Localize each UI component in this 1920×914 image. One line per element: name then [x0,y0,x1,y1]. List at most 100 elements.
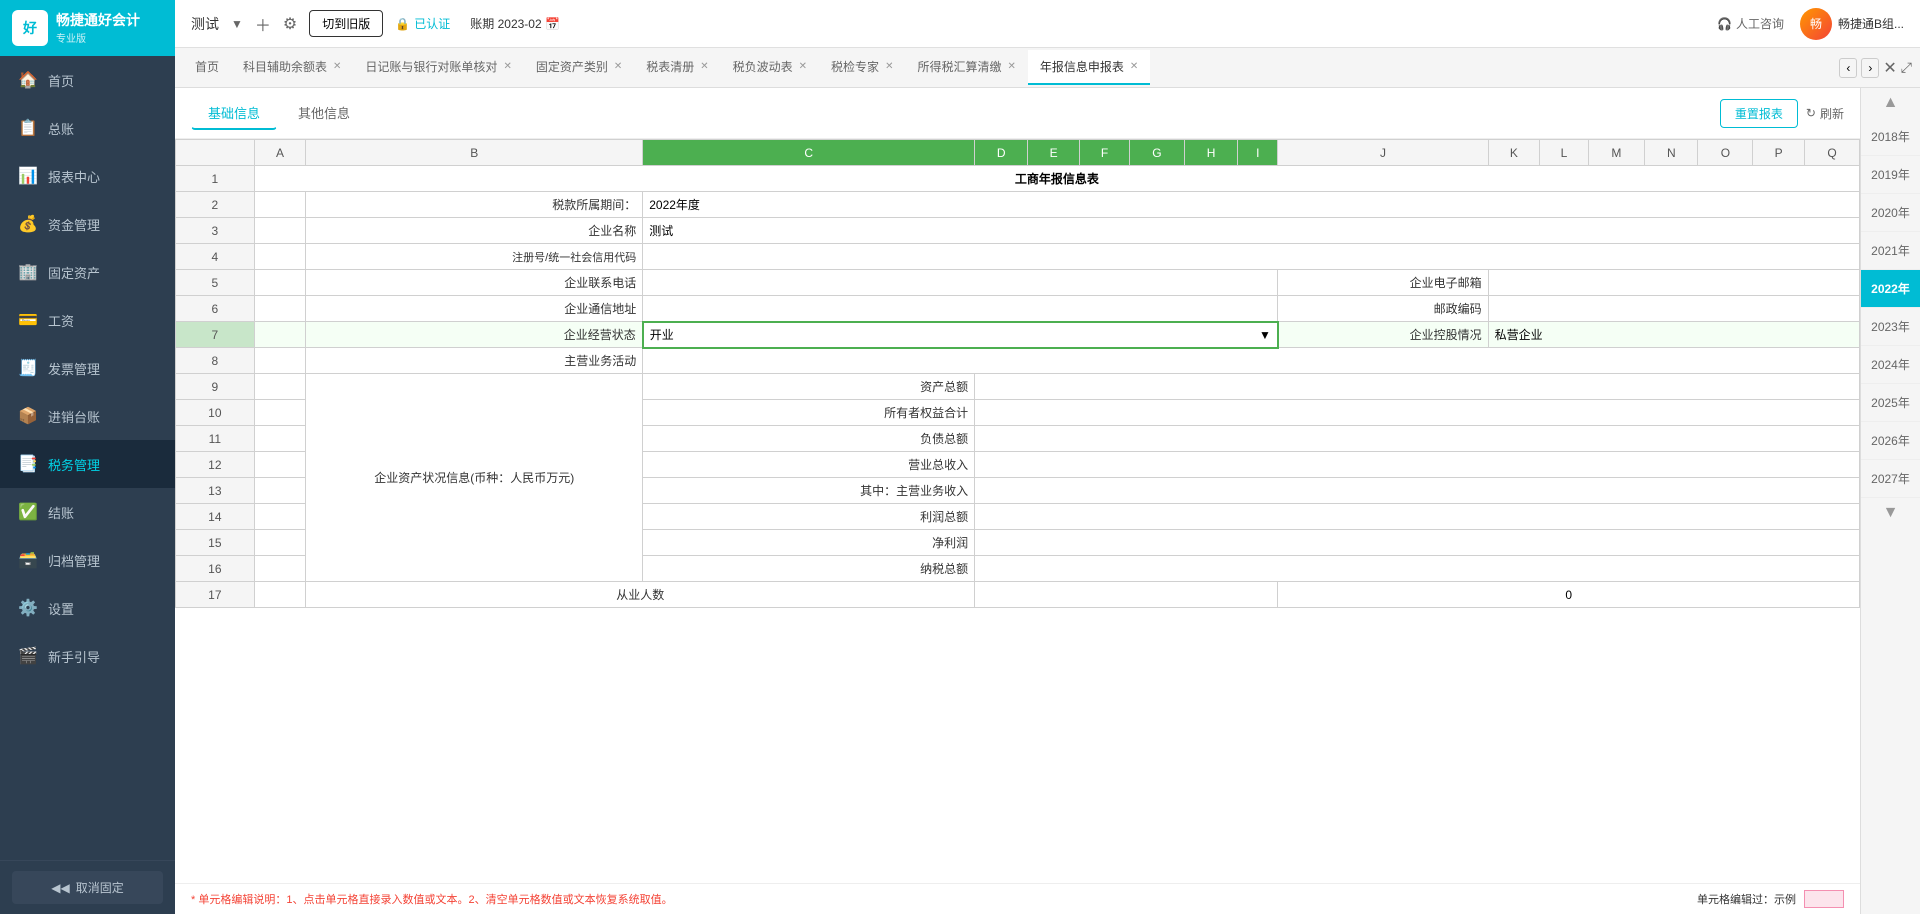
user-info[interactable]: 畅 畅捷通B组... [1800,8,1904,40]
refresh-button[interactable]: ↻ 刷新 [1806,99,1844,128]
tab-close-all-button[interactable]: ✕ [1883,58,1896,78]
year-item-2025年[interactable]: 2025年 [1861,384,1920,422]
dropdown-arrow-icon[interactable]: ▼ [231,17,243,31]
tab-next-button[interactable]: › [1861,58,1879,78]
cell-6a[interactable] [254,296,306,322]
sidebar-item-进销台账[interactable]: 📦进销台账 [0,392,175,440]
cell-9d[interactable] [975,374,1860,400]
cell-9a[interactable] [254,374,306,400]
cell-5c[interactable] [643,270,1278,296]
cell-13d[interactable] [975,478,1860,504]
cancel-fix-button[interactable]: ◀◀ 取消固定 [12,871,163,904]
sidebar-item-资金管理[interactable]: 💰资金管理 [0,200,175,248]
cell-15a[interactable] [254,530,306,556]
spreadsheet-wrapper[interactable]: A B C D E F G H I J K L M [175,139,1860,883]
add-tab-button[interactable]: ＋ [255,12,271,36]
tab-prev-button[interactable]: ‹ [1839,58,1857,78]
year-item-2020年[interactable]: 2020年 [1861,194,1920,232]
tab-annual-report[interactable]: 年报信息申报表 ✕ [1028,50,1150,85]
subtab-other-info[interactable]: 其他信息 [281,96,367,130]
tab-fixed-asset-type[interactable]: 固定资产类别 ✕ [524,50,634,85]
tab-home[interactable]: 首页 [183,50,231,85]
cell-16a[interactable] [254,556,306,582]
cell-5a[interactable] [254,270,306,296]
cell-10a[interactable] [254,400,306,426]
cell-8c[interactable] [643,348,1860,374]
dropdown-arrow-icon[interactable]: ▼ [1259,328,1271,342]
cell-6k[interactable] [1488,296,1859,322]
tab-income-tax[interactable]: 所得税汇算清缴 ✕ [905,50,1027,85]
reset-report-button[interactable]: 重置报表 [1720,99,1798,128]
cell-8a[interactable] [254,348,306,374]
cell-13a[interactable] [254,478,306,504]
cell-7c-dropdown[interactable]: 开业 ▼ [643,322,1278,348]
cell-6c[interactable] [643,296,1278,322]
tab-journal-bank[interactable]: 日记账与银行对账单核对 ✕ [353,50,523,85]
cell-16c: 纳税总额 [643,556,975,582]
cell-title[interactable]: 工商年报信息表 [254,166,1859,192]
cell-2c[interactable]: 2022年度 [643,192,1860,218]
sidebar-item-报表中心[interactable]: 📊报表中心 [0,152,175,200]
sidebar-item-工资[interactable]: 💳工资 [0,296,175,344]
sidebar-item-归档管理[interactable]: 🗃️归档管理 [0,536,175,584]
year-item-2027年[interactable]: 2027年 [1861,460,1920,498]
tab-expand-button[interactable]: ⤢ [1901,58,1912,78]
year-item-2019年[interactable]: 2019年 [1861,156,1920,194]
close-icon[interactable]: ✕ [885,61,893,72]
cell-16d[interactable] [975,556,1860,582]
settings-icon[interactable]: ⚙ [283,14,297,34]
year-item-2026年[interactable]: 2026年 [1861,422,1920,460]
cell-7k[interactable]: 私营企业 [1488,322,1859,348]
close-icon[interactable]: ✕ [1130,61,1138,72]
tab-tax-burden[interactable]: 税负波动表 ✕ [721,50,819,85]
cell-15d[interactable] [975,530,1860,556]
year-item-2022年[interactable]: 2022年 [1861,270,1920,308]
close-icon[interactable]: ✕ [1007,61,1015,72]
year-item-2018年[interactable]: 2018年 [1861,118,1920,156]
sidebar-item-固定资产[interactable]: 🏢固定资产 [0,248,175,296]
cell-2a[interactable] [254,192,306,218]
subtab-basic-info[interactable]: 基础信息 [191,96,277,130]
sidebar-item-税务管理[interactable]: 📑税务管理 [0,440,175,488]
cell-17d[interactable] [975,582,1278,608]
sidebar-item-设置[interactable]: ⚙️设置 [0,584,175,632]
cell-17j[interactable]: 0 [1278,582,1860,608]
cell-11a[interactable] [254,426,306,452]
close-icon[interactable]: ✕ [614,61,622,72]
cell-12d[interactable] [975,452,1860,478]
cell-14a[interactable] [254,504,306,530]
year-item-2021年[interactable]: 2021年 [1861,232,1920,270]
year-item-2023年[interactable]: 2023年 [1861,308,1920,346]
close-icon[interactable]: ✕ [700,61,708,72]
switch-old-button[interactable]: 切到旧版 [309,10,383,37]
sidebar-item-首页[interactable]: 🏠首页 [0,56,175,104]
year-item-2024年[interactable]: 2024年 [1861,346,1920,384]
tab-subject-aux[interactable]: 科目辅助余额表 ✕ [231,50,353,85]
cell-14d[interactable] [975,504,1860,530]
cell-17a[interactable] [254,582,306,608]
sidebar-item-总账[interactable]: 📋总账 [0,104,175,152]
cell-3a[interactable] [254,218,306,244]
cell-3c[interactable]: 测试 [643,218,1860,244]
logo-title: 畅捷通好会计 [56,11,140,29]
sidebar-item-结账[interactable]: ✅结账 [0,488,175,536]
cell-10d[interactable] [975,400,1860,426]
cell-7a[interactable] [254,322,306,348]
cell-4c[interactable] [643,244,1860,270]
tab-tax-inspect[interactable]: 税检专家 ✕ [819,50,905,85]
cell-9b[interactable]: 企业资产状况信息(币种：人民币万元) [306,374,643,582]
year-scroll-up-button[interactable]: ▲ [1861,88,1920,118]
close-icon[interactable]: ✕ [799,61,807,72]
cell-5k[interactable] [1488,270,1859,296]
sidebar-item-新手引导[interactable]: 🎬新手引导 [0,632,175,680]
sidebar-item-发票管理[interactable]: 🧾发票管理 [0,344,175,392]
cell-12a[interactable] [254,452,306,478]
cell-4a[interactable] [254,244,306,270]
year-scroll-down-button[interactable]: ▼ [1861,498,1920,528]
cell-11d[interactable] [975,426,1860,452]
calendar-icon[interactable]: 📅 [545,17,560,31]
tab-tax-table[interactable]: 税表清册 ✕ [634,50,720,85]
close-icon[interactable]: ✕ [503,61,511,72]
close-icon[interactable]: ✕ [333,61,341,72]
consult-button[interactable]: 🎧 人工咨询 [1717,15,1784,32]
